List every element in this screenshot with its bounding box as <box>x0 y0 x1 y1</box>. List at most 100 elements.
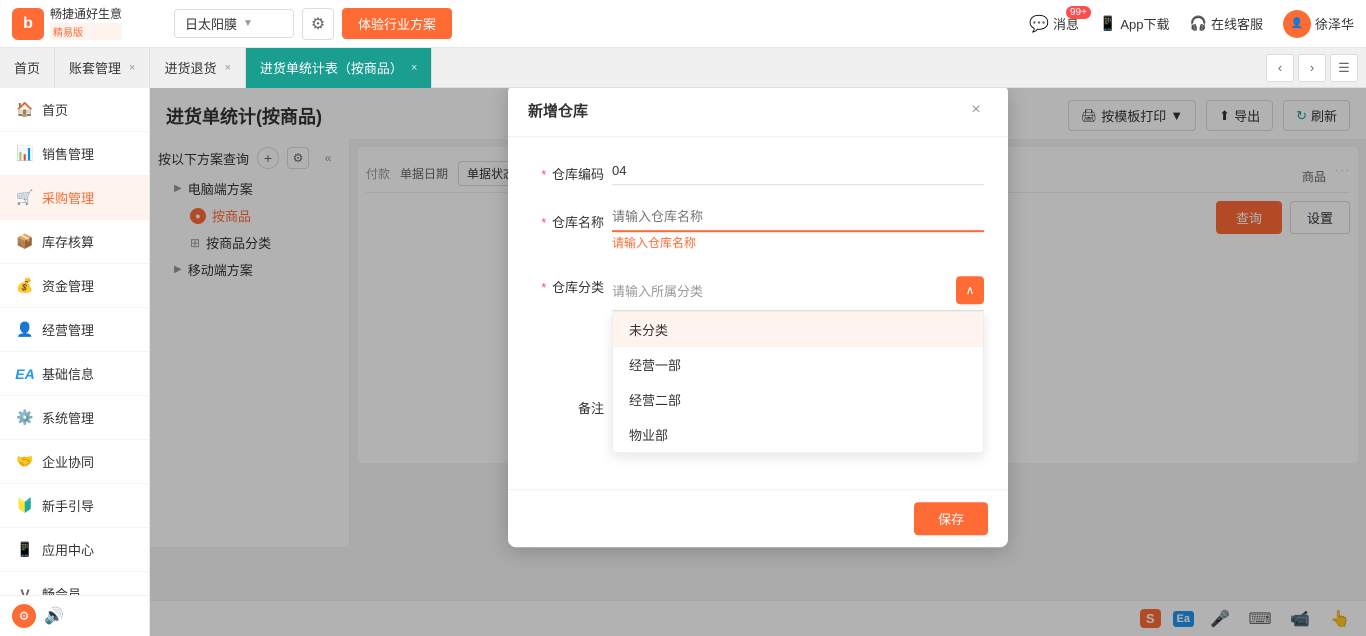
sidebar-item-basic-info-label: 基础信息 <box>42 364 94 383</box>
sidebar-item-purchase[interactable]: 🛒 采购管理 <box>0 176 149 220</box>
tab-purchase-stats[interactable]: 进货单统计表（按商品） × <box>246 48 432 88</box>
avatar: 👤 <box>1283 10 1311 38</box>
sidebar-item-home-label: 首页 <box>42 100 68 119</box>
category-label: * 仓库分类 <box>532 270 612 296</box>
sidebar-item-operations[interactable]: 👤 经营管理 <box>0 308 149 352</box>
sidebar-item-sales[interactable]: 📊 销售管理 <box>0 132 149 176</box>
sales-icon: 📊 <box>16 145 34 163</box>
note-label: 备注 <box>532 391 612 417</box>
online-service-item[interactable]: 🎧 在线客服 <box>1190 14 1263 33</box>
sidebar-item-app-center[interactable]: 📱 应用中心 <box>0 528 149 572</box>
dropdown-item-3[interactable]: 物业部 <box>613 417 983 452</box>
tab-purchase-return-label: 进货退货 <box>164 58 216 77</box>
tab-home[interactable]: 首页 <box>0 48 55 88</box>
logo-badge: 精易版 <box>50 23 122 40</box>
tab-accounts-close[interactable]: × <box>129 62 135 74</box>
app-download-item[interactable]: 📱 App下载 <box>1099 14 1170 33</box>
trial-btn[interactable]: 体验行业方案 <box>342 8 452 39</box>
dropdown-item-2-text: 经营二部 <box>629 393 681 408</box>
dialog-close-btn[interactable]: × <box>964 98 988 122</box>
system-icon: ⚙️ <box>16 409 34 427</box>
tab-purchase-return[interactable]: 进货退货 × <box>150 48 245 88</box>
header-right-area: 💬 消息 99+ 📱 App下载 🎧 在线客服 👤 徐泽华 <box>1029 10 1354 38</box>
dropdown-item-2[interactable]: 经营二部 <box>613 382 983 417</box>
sidebar-item-guide-label: 新手引导 <box>42 496 94 515</box>
sidebar-item-home[interactable]: 🏠 首页 <box>0 88 149 132</box>
dropdown-item-0[interactable]: 未分类 <box>613 312 983 347</box>
name-input[interactable] <box>612 203 984 232</box>
logo-title: 畅捷通好生意 <box>50 7 122 23</box>
company-selector[interactable]: 日太阳膜 ▼ <box>174 9 294 38</box>
tab-purchase-stats-label: 进货单统计表（按商品） <box>260 58 403 77</box>
category-dropdown: 未分类 经营一部 经营二部 物业部 <box>612 311 984 453</box>
dropdown-item-1-text: 经营一部 <box>629 358 681 373</box>
sidebar-item-finance-label: 资金管理 <box>42 276 94 295</box>
sidebar-item-inventory-label: 库存核算 <box>42 232 94 251</box>
username: 徐泽华 <box>1315 14 1354 33</box>
inventory-icon: 📦 <box>16 233 34 251</box>
sidebar-item-enterprise[interactable]: 🤝 企业协同 <box>0 440 149 484</box>
settings-bottom-icon[interactable]: ⚙ <box>12 604 36 628</box>
app-center-icon: 📱 <box>16 541 34 559</box>
tab-menu-btn[interactable]: ☰ <box>1330 54 1358 82</box>
sidebar-item-finance[interactable]: 💰 资金管理 <box>0 264 149 308</box>
main-layout: 🏠 首页 📊 销售管理 🛒 采购管理 📦 库存核算 💰 资金管理 👤 经营管理 … <box>0 88 1366 636</box>
category-select[interactable]: 请输入所属分类 ∧ <box>612 270 984 311</box>
operations-icon: 👤 <box>16 321 34 339</box>
sidebar-item-sales-label: 销售管理 <box>42 144 94 163</box>
category-placeholder: 请输入所属分类 <box>612 281 703 300</box>
tab-purchase-return-close[interactable]: × <box>224 62 230 74</box>
purchase-icon: 🛒 <box>16 189 34 207</box>
dialog-header: 新增仓库 × <box>508 88 1008 137</box>
selector-arrow-icon: ▼ <box>243 18 253 29</box>
sidebar-item-guide[interactable]: 🔰 新手引导 <box>0 484 149 528</box>
sidebar-item-app-center-label: 应用中心 <box>42 540 94 559</box>
category-toggle-btn[interactable]: ∧ <box>956 276 984 304</box>
sidebar-item-operations-label: 经营管理 <box>42 320 94 339</box>
top-header: b 畅捷通好生意 精易版 日太阳膜 ▼ ⚙ 体验行业方案 💬 消息 99+ 📱 … <box>0 0 1366 48</box>
sidebar-bottom-area: ⚙ 🔊 <box>0 595 150 636</box>
name-error-text: 请输入仓库名称 <box>612 236 696 250</box>
name-label: * 仓库名称 <box>532 205 612 231</box>
dialog-title: 新增仓库 <box>528 100 588 121</box>
basic-info-icon: EA <box>16 365 34 383</box>
sidebar-item-system-label: 系统管理 <box>42 408 94 427</box>
code-input[interactable] <box>612 157 984 185</box>
dialog-footer: 保存 <box>508 489 1008 547</box>
logo-text-block: 畅捷通好生意 精易版 <box>50 7 122 40</box>
sidebar-item-purchase-label: 采购管理 <box>42 188 94 207</box>
save-btn[interactable]: 保存 <box>914 502 988 535</box>
online-service-label: 在线客服 <box>1211 14 1263 33</box>
sidebar-item-basic-info[interactable]: EA 基础信息 <box>0 352 149 396</box>
sidebar-item-system[interactable]: ⚙️ 系统管理 <box>0 396 149 440</box>
form-row-name: * 仓库名称 请输入仓库名称 <box>532 203 984 252</box>
tab-home-label: 首页 <box>14 58 40 77</box>
tab-next-btn[interactable]: › <box>1298 54 1326 82</box>
sidebar: 🏠 首页 📊 销售管理 🛒 采购管理 📦 库存核算 💰 资金管理 👤 经营管理 … <box>0 88 150 636</box>
logo-area: b 畅捷通好生意 精易版 <box>12 7 162 40</box>
sidebar-item-enterprise-label: 企业协同 <box>42 452 94 471</box>
dropdown-item-1[interactable]: 经营一部 <box>613 347 983 382</box>
user-area[interactable]: 👤 徐泽华 <box>1283 10 1354 38</box>
finance-icon: 💰 <box>16 277 34 295</box>
dialog-body: * 仓库编码 * 仓库名称 请输入仓库名称 <box>508 137 1008 489</box>
tab-prev-btn[interactable]: ‹ <box>1266 54 1294 82</box>
app-download-label: App下载 <box>1120 14 1169 33</box>
category-required-star: * <box>541 280 546 295</box>
dropdown-item-0-text: 未分类 <box>629 323 668 338</box>
message-item[interactable]: 💬 消息 99+ <box>1029 14 1079 34</box>
tab-purchase-stats-close[interactable]: × <box>411 62 417 74</box>
code-label: * 仓库编码 <box>532 157 612 183</box>
tab-bar: 首页 账套管理 × 进货退货 × 进货单统计表（按商品） × ‹ › ☰ <box>0 48 1366 88</box>
message-badge: 99+ <box>1066 6 1091 19</box>
company-name: 日太阳膜 <box>185 14 237 33</box>
tab-bar-actions: ‹ › ☰ <box>1266 54 1366 82</box>
sidebar-item-inventory[interactable]: 📦 库存核算 <box>0 220 149 264</box>
tab-accounts[interactable]: 账套管理 × <box>55 48 150 88</box>
settings-icon-btn[interactable]: ⚙ <box>302 8 334 40</box>
volume-icon[interactable]: 🔊 <box>44 606 64 626</box>
new-warehouse-dialog: 新增仓库 × * 仓库编码 * 仓库名称 <box>508 88 1008 547</box>
tab-accounts-label: 账套管理 <box>69 58 121 77</box>
form-row-code: * 仓库编码 <box>532 157 984 185</box>
form-row-category: * 仓库分类 请输入所属分类 ∧ 未分类 经营一部 <box>532 270 984 311</box>
